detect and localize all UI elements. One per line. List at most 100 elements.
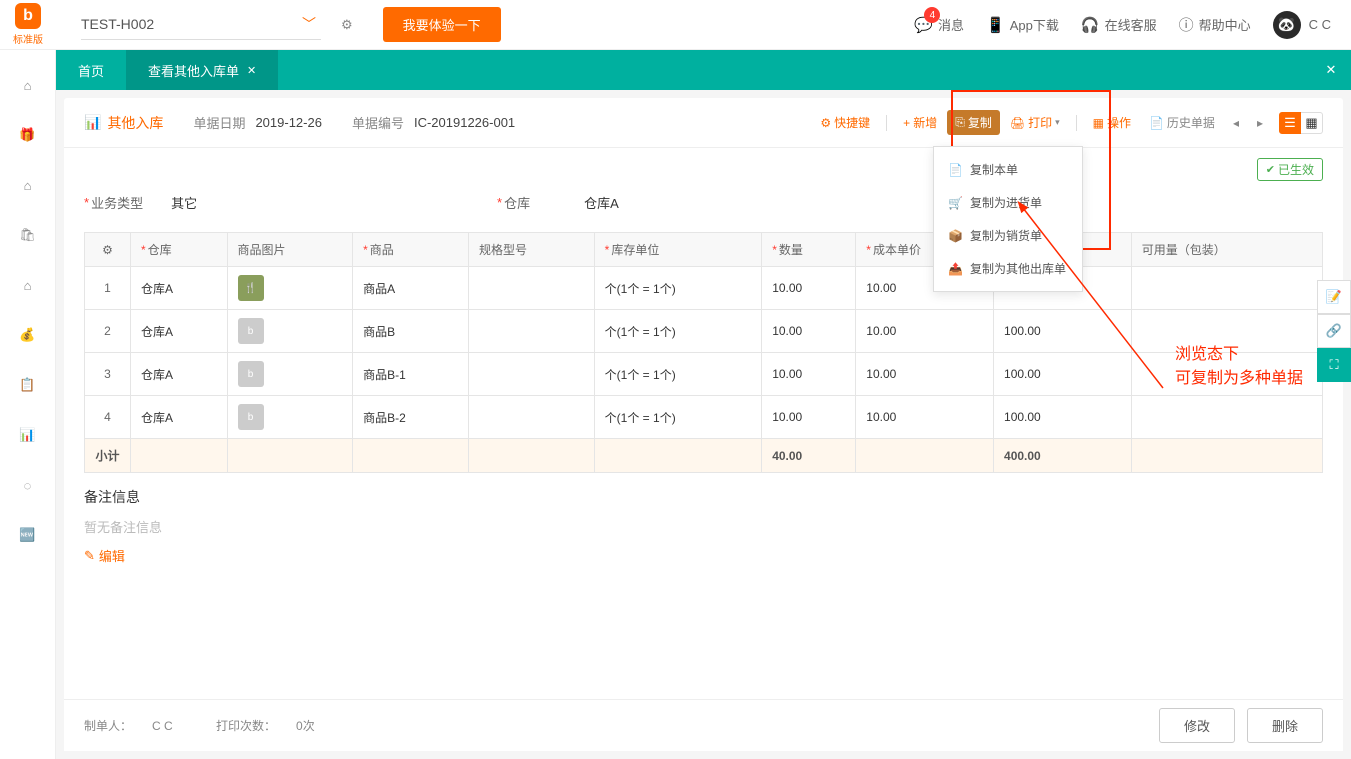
- sidebar-gift-icon[interactable]: 🎁: [16, 123, 40, 147]
- app-download-link[interactable]: 📱 App下载: [986, 15, 1059, 34]
- table-row[interactable]: 4 仓库A b 商品B-2 个(1个 = 1个) 10.00 10.00 100…: [85, 396, 1323, 439]
- next-icon[interactable]: ▸: [1249, 112, 1271, 134]
- sidebar-loading-icon[interactable]: ◌: [16, 473, 40, 497]
- shortcut-button[interactable]: ⚙快捷键: [812, 110, 878, 135]
- row-warehouse: 仓库A: [131, 353, 228, 396]
- print-icon: 🖨: [1010, 116, 1025, 130]
- prev-icon[interactable]: ◂: [1225, 112, 1247, 134]
- footer: 制单人：C C 打印次数：0次 修改 删除: [64, 699, 1343, 751]
- subtotal-qty: 40.00: [762, 439, 856, 473]
- tab-current-label: 查看其他入库单: [148, 61, 239, 80]
- phone-icon: 📱: [986, 16, 1005, 34]
- subtotal-row: 小计 40.00 400.00: [85, 439, 1323, 473]
- add-button[interactable]: +新增: [895, 110, 945, 135]
- table-row[interactable]: 3 仓库A b 商品B-1 个(1个 = 1个) 10.00 10.00 100…: [85, 353, 1323, 396]
- view-list-icon[interactable]: ☰: [1279, 112, 1301, 134]
- row-unit: 个(1个 = 1个): [594, 310, 762, 353]
- table-row[interactable]: 2 仓库A b 商品B 个(1个 = 1个) 10.00 10.00 100.0…: [85, 310, 1323, 353]
- org-selector[interactable]: TEST-H002 ﹀: [81, 10, 321, 40]
- help-center-link[interactable]: ⓘ 帮助中心: [1179, 14, 1251, 35]
- rf-expand-icon[interactable]: ⛶: [1317, 348, 1351, 382]
- sidebar-report-icon[interactable]: 📊: [16, 423, 40, 447]
- date-value: 2019-12-26: [255, 115, 322, 130]
- row-warehouse: 仓库A: [131, 267, 228, 310]
- operate-button[interactable]: ▦操作: [1085, 110, 1139, 135]
- row-amount: 100.00: [994, 396, 1132, 439]
- creator-value: C C: [152, 719, 173, 733]
- copy-button[interactable]: ⎘复制: [947, 110, 1000, 135]
- edit-remark-link[interactable]: ✎ 编辑: [84, 546, 1323, 565]
- row-warehouse: 仓库A: [131, 310, 228, 353]
- no-label: 单据编号: [352, 113, 404, 132]
- delete-button[interactable]: 删除: [1247, 708, 1323, 743]
- grid-icon: ▦: [1093, 116, 1104, 130]
- dd-copy-other-out[interactable]: 📤复制为其他出库单: [934, 252, 1082, 285]
- sidebar-clipboard-icon[interactable]: 📋: [16, 373, 40, 397]
- sidebar-new-icon[interactable]: 🆕: [16, 523, 40, 547]
- row-unit-cost: 10.00: [856, 353, 994, 396]
- message-link[interactable]: 💬 消息 4: [914, 15, 964, 34]
- sidebar-money-icon[interactable]: 💰: [16, 323, 40, 347]
- online-service-link[interactable]: 🎧 在线客服: [1081, 15, 1157, 34]
- tabs-close-all[interactable]: ✕: [1311, 50, 1351, 90]
- view-grid-icon[interactable]: ▦: [1301, 112, 1323, 134]
- print-button[interactable]: 🖨打印▾: [1002, 110, 1068, 135]
- modify-button[interactable]: 修改: [1159, 708, 1235, 743]
- status-badge: 已生效: [1257, 158, 1323, 181]
- settings-icon[interactable]: ⚙: [341, 17, 353, 33]
- date-label: 单据日期: [193, 113, 245, 132]
- dd-copy-sales[interactable]: 📦复制为销货单: [934, 219, 1082, 252]
- row-warehouse: 仓库A: [131, 396, 228, 439]
- row-available: [1131, 353, 1322, 396]
- dd-copy-this[interactable]: 📄复制本单: [934, 153, 1082, 186]
- tab-home-label: 首页: [78, 61, 104, 80]
- user-name: C C: [1309, 17, 1331, 32]
- warehouse-field: *仓库 仓库A: [497, 193, 910, 212]
- sidebar-warehouse-icon[interactable]: ⌂: [16, 273, 40, 297]
- col-warehouse: *仓库: [131, 233, 228, 267]
- row-image: b: [227, 310, 353, 353]
- product-image-icon: b: [238, 404, 264, 430]
- subtotal-amount: 400.00: [994, 439, 1132, 473]
- row-spec: [469, 396, 595, 439]
- col-gear[interactable]: ⚙: [85, 233, 131, 267]
- tab-current[interactable]: 查看其他入库单 ✕: [126, 50, 278, 90]
- col-qty: *数量: [762, 233, 856, 267]
- edit-icon: ✎: [84, 548, 95, 564]
- row-spec: [469, 353, 595, 396]
- row-unit: 个(1个 = 1个): [594, 353, 762, 396]
- experience-button[interactable]: 我要体验一下: [383, 7, 501, 42]
- sidebar-home-icon[interactable]: ⌂: [16, 73, 40, 97]
- row-image: 🍴: [227, 267, 353, 310]
- product-image-icon: 🍴: [238, 275, 264, 301]
- logo[interactable]: b 标准版: [0, 0, 56, 50]
- org-name: TEST-H002: [81, 16, 154, 32]
- rf-note-icon[interactable]: 📝: [1317, 280, 1351, 314]
- warehouse-value: 仓库A: [584, 193, 619, 212]
- out-icon: 📤: [948, 262, 963, 276]
- product-image-icon: b: [238, 361, 264, 387]
- sidebar-house-icon[interactable]: ⌂: [16, 173, 40, 197]
- tab-home[interactable]: 首页: [56, 50, 126, 90]
- table-row[interactable]: 1 仓库A 🍴 商品A 个(1个 = 1个) 10.00 10.00 100.0…: [85, 267, 1323, 310]
- dd-copy-purchase[interactable]: 🛒复制为进货单: [934, 186, 1082, 219]
- avatar[interactable]: 🐼: [1273, 11, 1301, 39]
- row-qty: 10.00: [762, 267, 856, 310]
- row-amount: 100.00: [994, 310, 1132, 353]
- page-title: 📊 其他入库: [84, 113, 163, 133]
- app-download-label: App下载: [1010, 15, 1059, 34]
- history-button[interactable]: 📄历史单据: [1141, 110, 1223, 135]
- online-service-label: 在线客服: [1105, 15, 1157, 34]
- row-index: 2: [85, 310, 131, 353]
- close-icon[interactable]: ✕: [247, 64, 256, 77]
- help-icon: ⓘ: [1179, 14, 1194, 35]
- right-float-bar: 📝 🔗 ⛶: [1317, 280, 1351, 382]
- help-center-label: 帮助中心: [1199, 15, 1251, 34]
- rf-link-icon[interactable]: 🔗: [1317, 314, 1351, 348]
- row-index: 1: [85, 267, 131, 310]
- sales-icon: 📦: [948, 229, 963, 243]
- col-image: 商品图片: [227, 233, 353, 267]
- sidebar-bag-icon[interactable]: 🛍: [16, 223, 40, 247]
- history-icon: 📄: [1149, 116, 1164, 130]
- copy-dropdown: 📄复制本单 🛒复制为进货单 📦复制为销货单 📤复制为其他出库单: [933, 146, 1083, 292]
